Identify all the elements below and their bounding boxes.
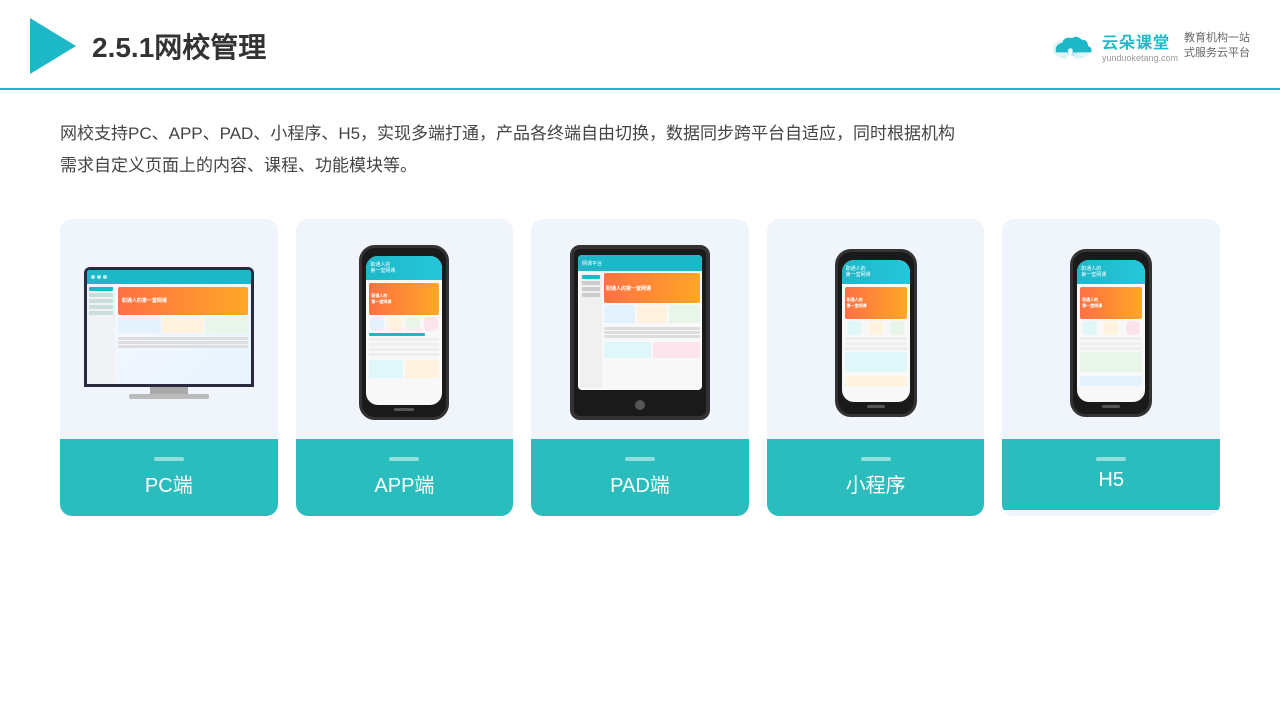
miniprogram-phone-mockup: 职通人的第一堂网课 职通人的第一堂网课 [835, 249, 917, 417]
card-miniprogram-image: 职通人的第一堂网课 职通人的第一堂网课 [767, 219, 985, 439]
card-pad: 网课平台 职通人的第一堂网课 [531, 219, 749, 516]
card-app-image: 职通人的第一堂网课 职通人的第一堂网课 [296, 219, 514, 439]
app-phone-mockup: 职通人的第一堂网课 职通人的第一堂网课 [359, 245, 449, 420]
h5-phone-mockup: 职通人的第一堂网课 职通人的第一堂网课 [1070, 249, 1152, 417]
card-h5: 职通人的第一堂网课 职通人的第一堂网课 [1002, 219, 1220, 516]
page-header: 2.5.1网校管理 云朵课堂 yunduoketang.com 教育机构一站 式… [0, 0, 1280, 90]
brand-url: yunduoketang.com [1102, 53, 1178, 63]
logo-triangle-icon [30, 18, 76, 74]
cloud-logo-icon [1048, 28, 1096, 64]
card-pc-image: 职通人的第一堂网课 [60, 219, 278, 439]
card-app-label: APP端 [296, 439, 514, 516]
card-h5-image: 职通人的第一堂网课 职通人的第一堂网课 [1002, 219, 1220, 439]
card-app: 职通人的第一堂网课 职通人的第一堂网课 [296, 219, 514, 516]
brand-slogan: 教育机构一站 式服务云平台 [1184, 31, 1250, 62]
platform-cards: 职通人的第一堂网课 [60, 219, 1220, 516]
header-left: 2.5.1网校管理 [30, 18, 266, 74]
brand-text: 云朵课堂 yunduoketang.com [1102, 29, 1178, 63]
pc-mockup: 职通人的第一堂网课 [84, 267, 254, 399]
page-title: 2.5.1网校管理 [92, 26, 266, 66]
card-pc: 职通人的第一堂网课 [60, 219, 278, 516]
brand-name: 云朵课堂 [1102, 29, 1170, 53]
card-h5-label: H5 [1002, 439, 1220, 510]
description-text: 网校支持PC、APP、PAD、小程序、H5，实现多端打通，产品各终端自由切换，数… [60, 118, 1220, 183]
tablet-mockup: 网课平台 职通人的第一堂网课 [570, 245, 710, 420]
card-pad-label: PAD端 [531, 439, 749, 516]
card-pc-label: PC端 [60, 439, 278, 516]
header-right: 云朵课堂 yunduoketang.com 教育机构一站 式服务云平台 [1048, 28, 1250, 64]
card-miniprogram-label: 小程序 [767, 439, 985, 516]
pc-screen: 职通人的第一堂网课 [84, 267, 254, 387]
card-miniprogram: 职通人的第一堂网课 职通人的第一堂网课 [767, 219, 985, 516]
brand-logo: 云朵课堂 yunduoketang.com 教育机构一站 式服务云平台 [1048, 28, 1250, 64]
card-pad-image: 网课平台 职通人的第一堂网课 [531, 219, 749, 439]
main-content: 网校支持PC、APP、PAD、小程序、H5，实现多端打通，产品各终端自由切换，数… [0, 90, 1280, 536]
